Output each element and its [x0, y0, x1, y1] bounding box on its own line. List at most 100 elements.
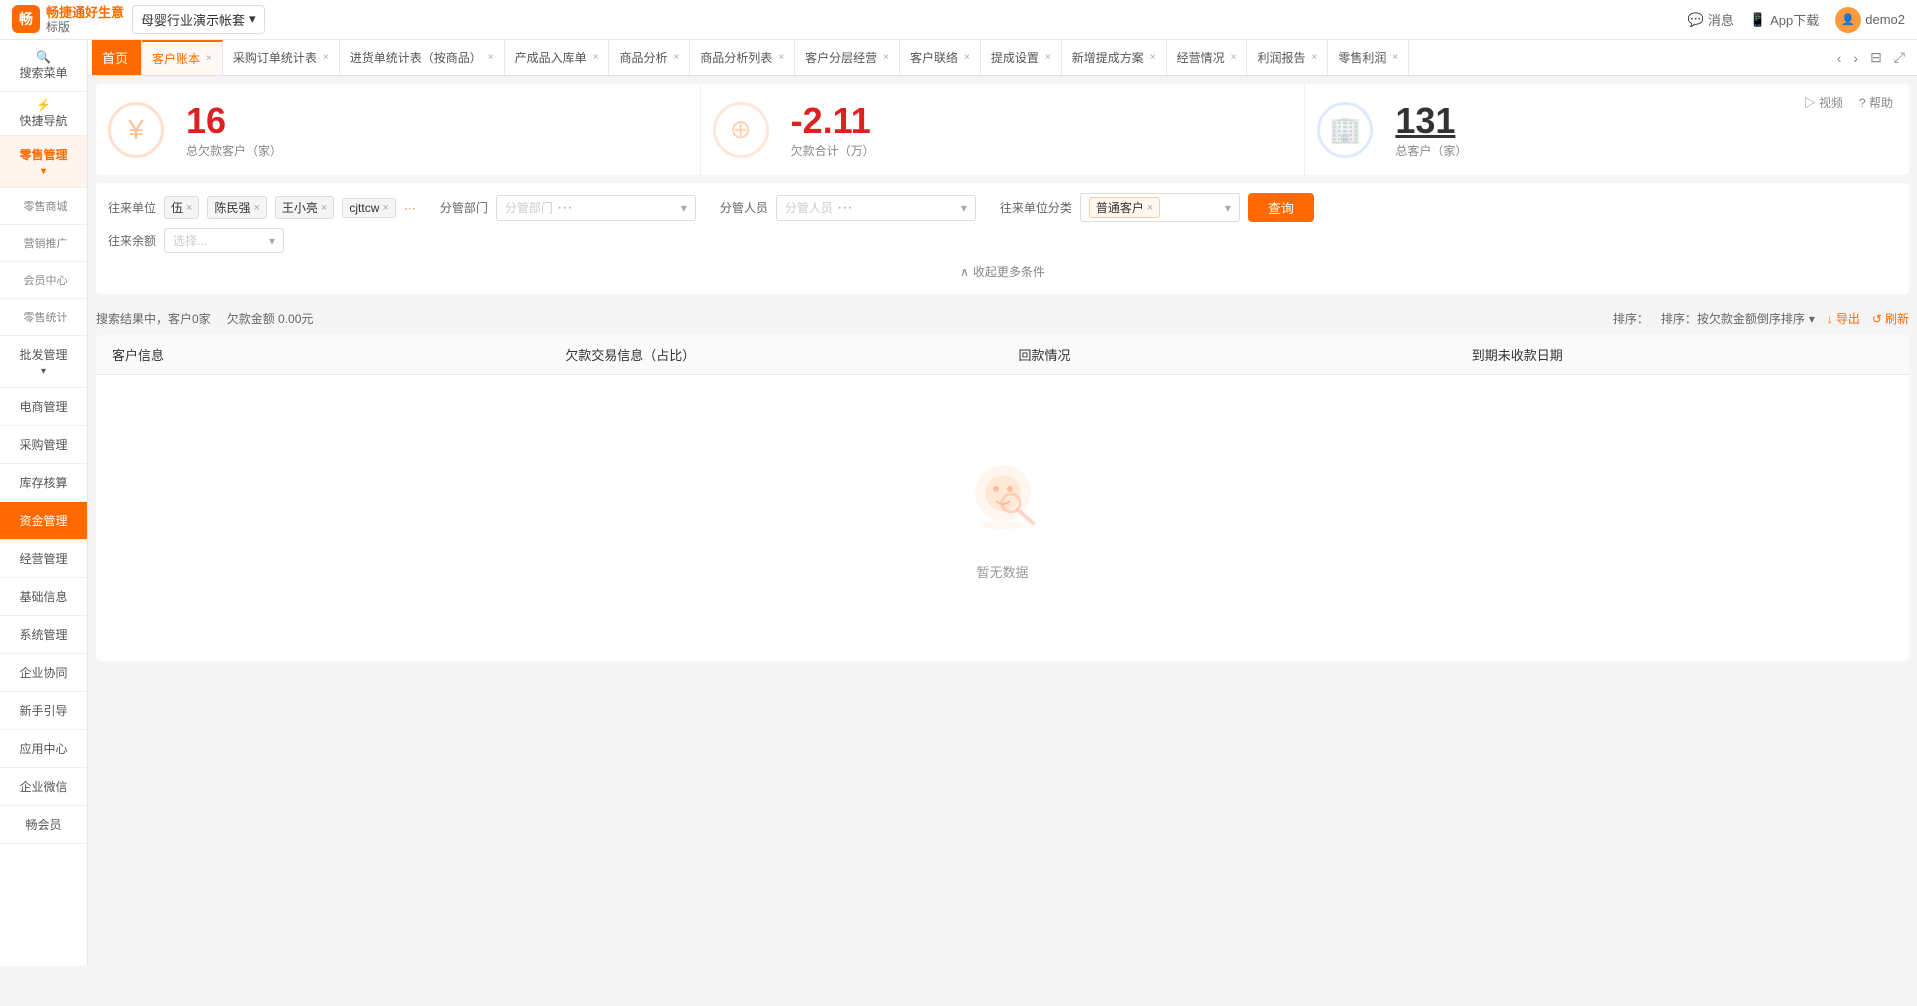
tab-profit-report[interactable]: 利润报告 × [1247, 40, 1328, 75]
tab-close-icon[interactable]: × [1150, 52, 1156, 63]
store-selector[interactable]: 母婴行业演示帐套 ▾ [132, 5, 265, 34]
sidebar-item-enterprise-collab[interactable]: 企业协同 [0, 654, 87, 692]
sidebar-item-search[interactable]: 🔍 搜索菜单 [0, 40, 87, 92]
remove-unit-class-tag[interactable]: × [1147, 202, 1153, 214]
tab-close-icon[interactable]: × [1045, 52, 1051, 63]
filter-row-2: 往来余额 选择... ▾ [108, 228, 1897, 253]
sidebar-item-purchase[interactable]: 采购管理 [0, 426, 87, 464]
export-btn[interactable]: ↓ 导出 [1827, 310, 1860, 327]
yuan-icon: ¥ [128, 114, 144, 146]
tab-home[interactable]: 首页 [92, 40, 142, 75]
page-area: ▷ 视频 ? 帮助 ¥ 16 总欠款客户（家） ⊕ [88, 76, 1917, 966]
top-bar-right: 💬 消息 📱 App下载 👤 demo2 [1688, 7, 1905, 33]
collapse-filter-btn[interactable]: ∧ 收起更多条件 [108, 259, 1897, 284]
chevron-up-icon: ∧ [960, 265, 969, 279]
table-area: 客户信息 欠款交易信息（占比） 回款情况 到期未收款日期 [96, 335, 1909, 661]
balance-filter-label: 往来余额 [108, 232, 156, 249]
sidebar-item-retail-mall[interactable]: 零售商城 [0, 188, 87, 225]
sidebar-item-finance[interactable]: 资金管理 [0, 502, 87, 540]
dept-filter-label: 分管部门 [440, 199, 488, 216]
tab-close-icon[interactable]: × [1311, 52, 1317, 63]
dept-dots-icon: ··· [557, 199, 573, 217]
tab-controls: ‹ › ⊟ ⤢ [1833, 47, 1913, 68]
sidebar-item-beginner-guide[interactable]: 新手引导 [0, 692, 87, 730]
tab-close-icon[interactable]: × [964, 52, 970, 63]
unit-class-label: 往来单位分类 [1000, 199, 1072, 216]
tab-product-analysis[interactable]: 商品分析 × [609, 40, 690, 75]
sidebar-item-wholesale-mgmt[interactable]: 批发管理 ▾ [0, 336, 87, 388]
logo-area: 畅 畅捷通好生意 标版 [12, 5, 124, 35]
tab-close-icon[interactable]: × [323, 52, 329, 63]
person-dots-icon: ··· [837, 199, 853, 217]
tab-close-icon[interactable]: × [206, 53, 212, 64]
chevron-down-icon: ▾ [249, 11, 256, 27]
sidebar-item-enterprise-wechat[interactable]: 企业微信 [0, 768, 87, 806]
result-bar: 搜索结果中，客户0家 欠款金额 0.00元 排序： 排序：按欠款金额倒序排序 ▾… [96, 302, 1909, 335]
tab-close-icon[interactable]: × [488, 52, 494, 63]
app-download-btn[interactable]: 📱 App下载 [1750, 10, 1819, 29]
sort-selector[interactable]: 排序：按欠款金额倒序排序 ▾ [1661, 310, 1815, 327]
sidebar-item-quick-nav[interactable]: ⚡ 快捷导航 [0, 92, 87, 136]
unit-class-selector[interactable]: 普通客户 × ▾ [1080, 193, 1240, 222]
tab-add-commission[interactable]: 新增提成方案 × [1062, 40, 1167, 75]
sidebar-item-retail-mgmt[interactable]: 零售管理 ▾ [0, 136, 87, 188]
layout: 🔍 搜索菜单 ⚡ 快捷导航 零售管理 ▾ 零售商城 营销推广 会员中心 零售统计… [0, 40, 1917, 966]
message-btn[interactable]: 💬 消息 [1688, 10, 1734, 29]
sidebar-item-member-center[interactable]: 会员中心 [0, 262, 87, 299]
person-selector[interactable]: 分管人员 ··· ▾ [776, 195, 976, 221]
top-bar: 畅 畅捷通好生意 标版 母婴行业演示帐套 ▾ 💬 消息 📱 App下载 👤 de… [0, 0, 1917, 40]
sidebar-item-chang-member[interactable]: 畅会员 [0, 806, 87, 844]
unit-filter-label: 往来单位 [108, 199, 156, 216]
tab-product-analysis-list[interactable]: 商品分析列表 × [690, 40, 795, 75]
remove-tag-wang[interactable]: × [321, 202, 327, 214]
tab-scroll-right[interactable]: › [1849, 48, 1862, 68]
tab-close-icon[interactable]: × [778, 52, 784, 63]
dept-selector[interactable]: 分管部门 ··· ▾ [496, 195, 696, 221]
user-avatar[interactable]: 👤 demo2 [1835, 7, 1905, 33]
stat-value-debtors: 16 [186, 100, 680, 142]
sidebar-item-marketing[interactable]: 营销推广 [0, 225, 87, 262]
tab-fullscreen-icon[interactable]: ⤢ [1890, 47, 1909, 68]
sidebar-item-inventory[interactable]: 库存核算 [0, 464, 87, 502]
query-button[interactable]: 查询 [1248, 193, 1314, 222]
tab-purchase-order-stats[interactable]: 采购订单统计表 × [223, 40, 340, 75]
sidebar-item-system-mgmt[interactable]: 系统管理 [0, 616, 87, 654]
sidebar-item-operations[interactable]: 经营管理 [0, 540, 87, 578]
sidebar-item-ecommerce[interactable]: 电商管理 [0, 388, 87, 426]
tab-customer-contact[interactable]: 客户联络 × [900, 40, 981, 75]
sidebar-item-app-center[interactable]: 应用中心 [0, 730, 87, 768]
sidebar-item-retail-stats[interactable]: 零售统计 [0, 299, 87, 336]
tab-close-icon[interactable]: × [883, 52, 889, 63]
refresh-btn[interactable]: ↺ 刷新 [1872, 310, 1909, 327]
download-icon: 📱 [1750, 12, 1766, 28]
remove-tag-wu[interactable]: × [186, 202, 192, 214]
stat-label-total: 总客户（家） [1395, 142, 1889, 159]
logo-text: 畅捷通好生意 标版 [46, 5, 124, 35]
tab-commission-settings[interactable]: 提成设置 × [981, 40, 1062, 75]
tab-close-icon[interactable]: × [673, 52, 679, 63]
tab-purchase-stats-product[interactable]: 进货单统计表（按商品） × [340, 40, 505, 75]
balance-selector[interactable]: 选择... ▾ [164, 228, 284, 253]
sidebar: 🔍 搜索菜单 ⚡ 快捷导航 零售管理 ▾ 零售商城 营销推广 会员中心 零售统计… [0, 40, 88, 966]
tab-close-icon[interactable]: × [593, 52, 599, 63]
tab-scroll-left[interactable]: ‹ [1833, 48, 1846, 68]
more-tags-btn[interactable]: ··· [404, 201, 416, 215]
filter-row-1: 往来单位 伍 × 陈民强 × 王小亮 × cjttcw [108, 193, 1897, 222]
tab-finished-goods[interactable]: 产成品入库单 × [505, 40, 610, 75]
tab-operations[interactable]: 经营情况 × [1167, 40, 1248, 75]
stat-value-debt: -2.11 [791, 100, 1285, 142]
tab-customer-tier[interactable]: 客户分层经营 × [795, 40, 900, 75]
sidebar-item-basic-info[interactable]: 基础信息 [0, 578, 87, 616]
tab-bar: 首页 客户账本 × 采购订单统计表 × 进货单统计表（按商品） × 产成品入库单… [88, 40, 1917, 76]
tab-expand-icon[interactable]: ⊟ [1866, 47, 1886, 68]
tab-close-icon[interactable]: × [1392, 52, 1398, 63]
tab-close-icon[interactable]: × [1231, 52, 1237, 63]
tab-retail-profit[interactable]: 零售利润 × [1328, 40, 1409, 75]
remove-tag-cjttcw[interactable]: × [382, 202, 388, 214]
remove-tag-chen[interactable]: × [253, 202, 259, 214]
building-icon: 🏢 [1329, 114, 1361, 145]
tab-customer-ledger[interactable]: 客户账本 × [142, 40, 223, 75]
stat-bg-circle-2: ⊕ [713, 102, 769, 158]
table-header: 客户信息 欠款交易信息（占比） 回款情况 到期未收款日期 [96, 335, 1909, 375]
filter-tag-chen: 陈民强 × [207, 196, 266, 219]
